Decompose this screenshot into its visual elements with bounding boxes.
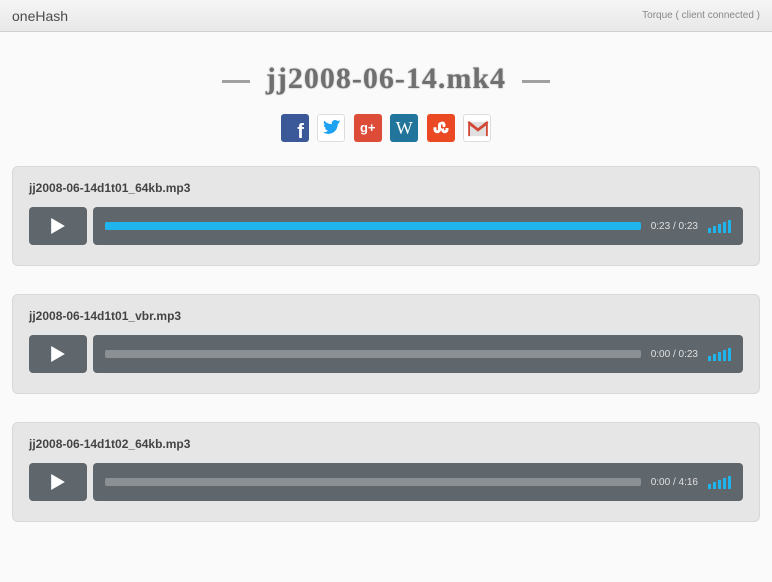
brand-name[interactable]: oneHash — [12, 8, 68, 24]
top-bar: oneHash Torque ( client connected ) — [0, 0, 772, 32]
player-bar: 0:00 / 0:23 — [93, 335, 743, 373]
progress-fill — [105, 222, 641, 230]
twitter-icon[interactable] — [317, 114, 345, 142]
gmail-icon[interactable] — [463, 114, 491, 142]
main-content: jj2008-06-14.mk4 jj2008-06-14d1t01_64kb.… — [0, 32, 772, 522]
track-filename: jj2008-06-14d1t01_vbr.mp3 — [29, 309, 743, 323]
google-plus-icon[interactable] — [354, 114, 382, 142]
share-row — [0, 114, 772, 142]
audio-player: 0:00 / 4:16 — [29, 463, 743, 501]
audio-player: 0:00 / 0:23 — [29, 335, 743, 373]
facebook-icon[interactable] — [281, 114, 309, 142]
audio-player: 0:23 / 0:23 — [29, 207, 743, 245]
stumbleupon-icon[interactable] — [427, 114, 455, 142]
volume-icon[interactable] — [708, 219, 731, 233]
progress-track[interactable] — [105, 222, 641, 230]
time-display: 0:00 / 4:16 — [651, 477, 698, 488]
track-filename: jj2008-06-14d1t01_64kb.mp3 — [29, 181, 743, 195]
track-list: jj2008-06-14d1t01_64kb.mp3 0:23 / 0:23 j… — [0, 166, 772, 522]
progress-track[interactable] — [105, 350, 641, 358]
volume-icon[interactable] — [708, 475, 731, 489]
wordpress-icon[interactable] — [390, 114, 418, 142]
play-button[interactable] — [29, 335, 87, 373]
progress-track[interactable] — [105, 478, 641, 486]
page-title: jj2008-06-14.mk4 — [206, 62, 566, 96]
player-bar: 0:23 / 0:23 — [93, 207, 743, 245]
page-title-wrap: jj2008-06-14.mk4 — [0, 62, 772, 96]
track-card: jj2008-06-14d1t01_64kb.mp3 0:23 / 0:23 — [12, 166, 760, 266]
time-display: 0:23 / 0:23 — [651, 221, 698, 232]
player-bar: 0:00 / 4:16 — [93, 463, 743, 501]
track-card: jj2008-06-14d1t01_vbr.mp3 0:00 / 0:23 — [12, 294, 760, 394]
track-card: jj2008-06-14d1t02_64kb.mp3 0:00 / 4:16 — [12, 422, 760, 522]
play-button[interactable] — [29, 207, 87, 245]
connection-status: Torque ( client connected ) — [642, 10, 760, 21]
track-filename: jj2008-06-14d1t02_64kb.mp3 — [29, 437, 743, 451]
play-button[interactable] — [29, 463, 87, 501]
volume-icon[interactable] — [708, 347, 731, 361]
time-display: 0:00 / 0:23 — [651, 349, 698, 360]
